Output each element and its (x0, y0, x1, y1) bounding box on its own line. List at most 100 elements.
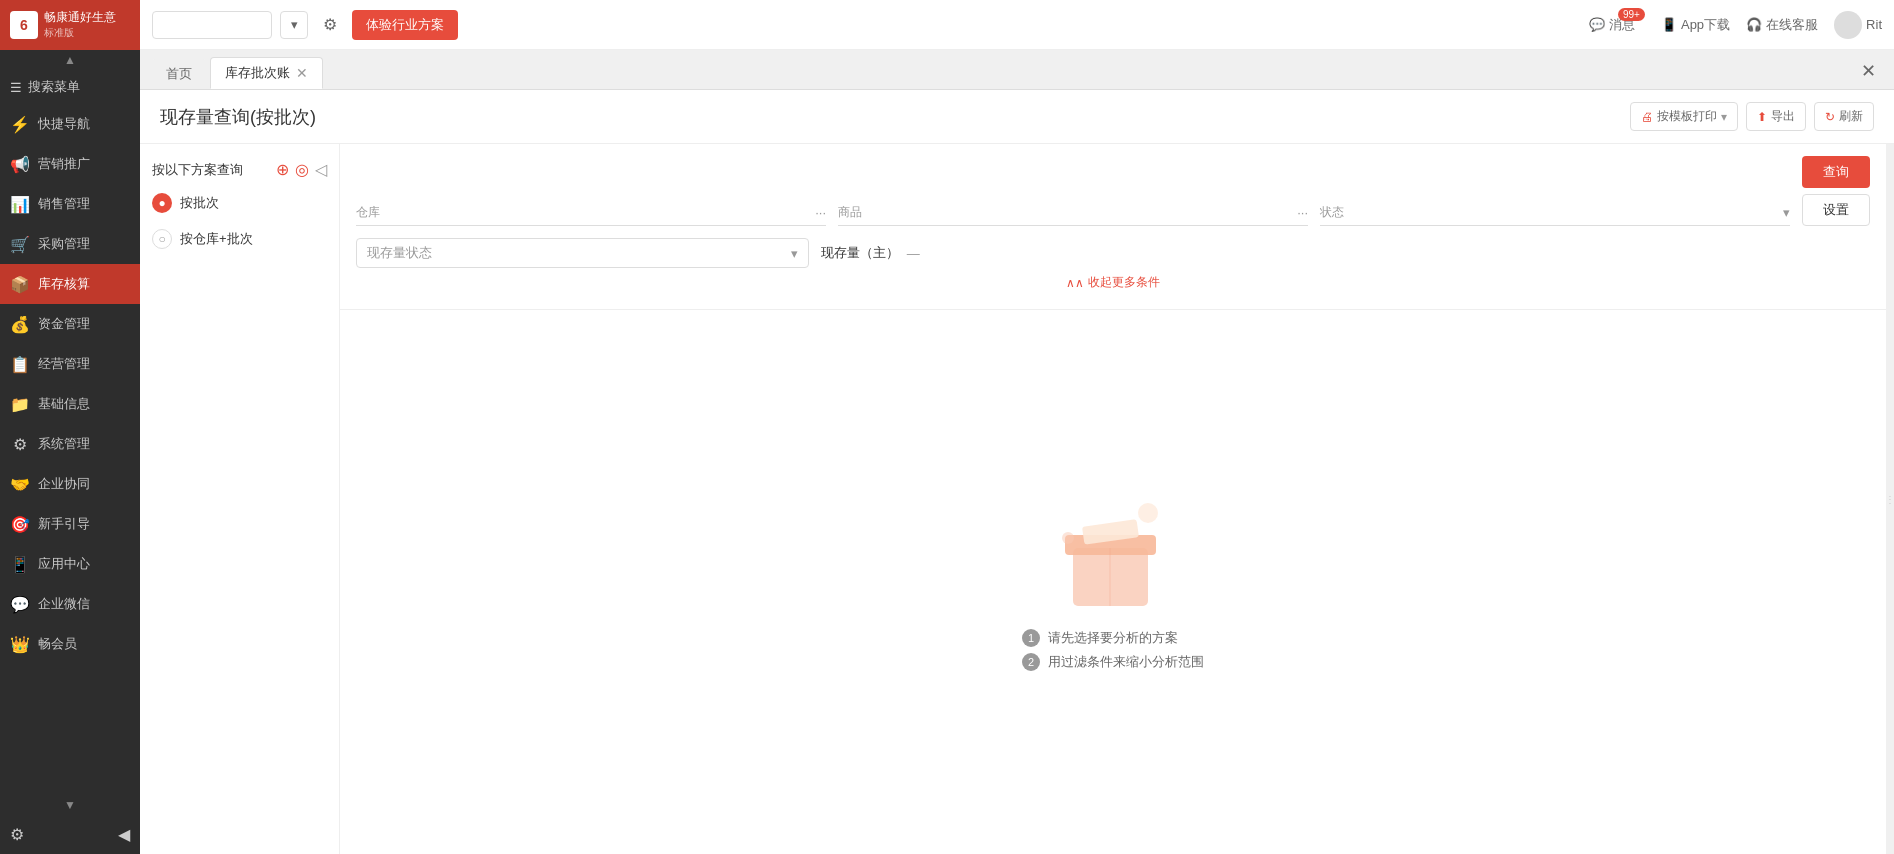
tip-2-text: 用过滤条件来缩小分析范围 (1048, 653, 1204, 671)
sidebar-item-enterprise[interactable]: 🤝 企业协同 (0, 464, 140, 504)
username-label: Rit (1866, 17, 1882, 32)
topbar-dropdown-btn[interactable]: ▾ (280, 11, 308, 39)
sidebar-item-label: 系统管理 (38, 435, 90, 453)
trial-btn[interactable]: 体验行业方案 (352, 10, 458, 40)
sidebar-scroll-down[interactable]: ▼ (0, 795, 140, 815)
sidebar-item-system[interactable]: ⚙ 系统管理 (0, 424, 140, 464)
tabbar: 首页 库存批次账 ✕ ✕ (140, 50, 1894, 90)
finance-icon: 💰 (10, 314, 30, 334)
sidebar: 6 畅康通好生意 标准版 ▲ ☰ 搜索菜单 ⚡ 快捷导航 📢 营销推广 📊 销售… (0, 0, 140, 854)
close-panel-btn[interactable]: ✕ (1854, 57, 1882, 85)
sidebar-item-basic[interactable]: 📁 基础信息 (0, 384, 140, 424)
app-download-label: App下载 (1681, 16, 1730, 34)
inventory-icon: 📦 (10, 274, 30, 294)
sidebar-item-label: 新手引导 (38, 515, 90, 533)
collapse-panel-icon[interactable]: ◁ (315, 160, 327, 179)
warehouse-more-btn[interactable]: ··· (815, 205, 826, 220)
warehouse-batch-scheme-label: 按仓库+批次 (180, 230, 253, 248)
tip-2-number: 2 (1022, 653, 1040, 671)
print-btn[interactable]: 🖨 按模板打印 ▾ (1630, 102, 1738, 131)
sidebar-item-operations[interactable]: 📋 经营管理 (0, 344, 140, 384)
page-header-actions: 🖨 按模板打印 ▾ ⬆ 导出 ↻ 刷新 (1630, 102, 1874, 131)
scheme-settings-icon[interactable]: ◎ (295, 160, 309, 179)
svg-point-3 (1138, 503, 1158, 523)
empty-tip-1: 1 请先选择要分析的方案 (1022, 629, 1204, 647)
tab-home[interactable]: 首页 (152, 59, 206, 89)
export-btn[interactable]: ⬆ 导出 (1746, 102, 1806, 131)
sidebar-item-sales[interactable]: 📊 销售管理 (0, 184, 140, 224)
sidebar-search-label: 搜索菜单 (28, 78, 80, 96)
query-btn[interactable]: 查询 (1802, 156, 1870, 188)
quick-nav-icon: ⚡ (10, 114, 30, 134)
warehouse-label: 仓库 (356, 204, 380, 221)
empty-state: 1 请先选择要分析的方案 2 用过滤条件来缩小分析范围 (340, 310, 1886, 854)
left-panel-title: 按以下方案查询 (152, 161, 243, 179)
inventory-status-arrow: ▾ (791, 246, 798, 261)
product-more-btn[interactable]: ··· (1297, 205, 1308, 220)
tab-close-icon[interactable]: ✕ (296, 65, 308, 81)
scheme-item-warehouse-batch[interactable]: ○ 按仓库+批次 (140, 221, 339, 257)
warehouse-batch-scheme-icon: ○ (152, 229, 172, 249)
topbar: ▾ ⚙ 体验行业方案 💬 消息 99+ 📱 App下载 🎧 在线客服 Rit (140, 0, 1894, 50)
app-download-btn[interactable]: 📱 App下载 (1661, 16, 1730, 34)
page-header: 现存量查询(按批次) 🖨 按模板打印 ▾ ⬆ 导出 ↻ 刷新 (140, 90, 1894, 144)
right-side-handle[interactable]: ⋮ (1886, 144, 1894, 854)
sidebar-item-label: 销售管理 (38, 195, 90, 213)
sidebar-item-member[interactable]: 👑 畅会员 (0, 624, 140, 664)
sidebar-item-appcenter[interactable]: 📱 应用中心 (0, 544, 140, 584)
sidebar-item-label: 畅会员 (38, 635, 77, 653)
sidebar-item-label: 库存核算 (38, 275, 90, 293)
sidebar-nav: ⚡ 快捷导航 📢 营销推广 📊 销售管理 🛒 采购管理 📦 库存核算 💰 资金管… (0, 104, 140, 795)
app-subtitle: 标准版 (44, 26, 116, 40)
status-input[interactable] (1350, 205, 1777, 220)
user-avatar-btn[interactable]: Rit (1834, 11, 1882, 39)
export-icon: ⬆ (1757, 110, 1767, 124)
warehouse-input[interactable] (386, 205, 809, 220)
settings-btn[interactable]: 设置 (1802, 194, 1870, 226)
online-service-icon: 🎧 (1746, 17, 1762, 32)
page-title: 现存量查询(按批次) (160, 105, 316, 129)
sidebar-item-wechat[interactable]: 💬 企业微信 (0, 584, 140, 624)
refresh-label: 刷新 (1839, 108, 1863, 125)
left-panel-actions: ⊕ ◎ ◁ (276, 160, 327, 179)
tab-batch-account[interactable]: 库存批次账 ✕ (210, 57, 323, 89)
sidebar-item-label: 快捷导航 (38, 115, 90, 133)
marketing-icon: 📢 (10, 154, 30, 174)
batch-scheme-label: 按批次 (180, 194, 219, 212)
wechat-icon: 💬 (10, 594, 30, 614)
search-icon: ☰ (10, 80, 22, 95)
sidebar-item-marketing[interactable]: 📢 营销推广 (0, 144, 140, 184)
messages-btn[interactable]: 💬 消息 99+ (1589, 16, 1635, 34)
inventory-status-select[interactable]: 现存量状态 ▾ (356, 238, 809, 268)
collapse-more-btn[interactable]: ∧∧ 收起更多条件 (356, 268, 1870, 297)
member-icon: 👑 (10, 634, 30, 654)
topbar-search-input[interactable] (152, 11, 272, 39)
tab-home-label: 首页 (166, 65, 192, 83)
avatar (1834, 11, 1862, 39)
left-panel-header: 按以下方案查询 ⊕ ◎ ◁ (140, 154, 339, 185)
status-dropdown-icon[interactable]: ▾ (1783, 205, 1790, 220)
topbar-gear-icon[interactable]: ⚙ (316, 11, 344, 39)
print-dropdown-icon[interactable]: ▾ (1721, 110, 1727, 124)
product-input[interactable] (868, 205, 1291, 220)
sidebar-search[interactable]: ☰ 搜索菜单 (0, 70, 140, 104)
collapse-sidebar-icon[interactable]: ◀ (118, 825, 130, 844)
content-area: 按以下方案查询 ⊕ ◎ ◁ ● 按批次 ○ 按仓库+批次 (140, 144, 1894, 854)
left-panel: 按以下方案查询 ⊕ ◎ ◁ ● 按批次 ○ 按仓库+批次 (140, 144, 340, 854)
sidebar-item-quick-nav[interactable]: ⚡ 快捷导航 (0, 104, 140, 144)
sidebar-item-inventory[interactable]: 📦 库存核算 (0, 264, 140, 304)
online-service-btn[interactable]: 🎧 在线客服 (1746, 16, 1818, 34)
sidebar-item-purchase[interactable]: 🛒 采购管理 (0, 224, 140, 264)
tip-1-number: 1 (1022, 629, 1040, 647)
sidebar-item-label: 资金管理 (38, 315, 90, 333)
sidebar-item-finance[interactable]: 💰 资金管理 (0, 304, 140, 344)
settings-footer-icon[interactable]: ⚙ (10, 825, 24, 844)
scheme-item-batch[interactable]: ● 按批次 (140, 185, 339, 221)
refresh-btn[interactable]: ↻ 刷新 (1814, 102, 1874, 131)
add-scheme-icon[interactable]: ⊕ (276, 160, 289, 179)
sidebar-item-label: 经营管理 (38, 355, 90, 373)
sidebar-item-label: 采购管理 (38, 235, 90, 253)
sidebar-item-newuser[interactable]: 🎯 新手引导 (0, 504, 140, 544)
sidebar-scroll-up[interactable]: ▲ (0, 50, 140, 70)
online-service-label: 在线客服 (1766, 16, 1818, 34)
